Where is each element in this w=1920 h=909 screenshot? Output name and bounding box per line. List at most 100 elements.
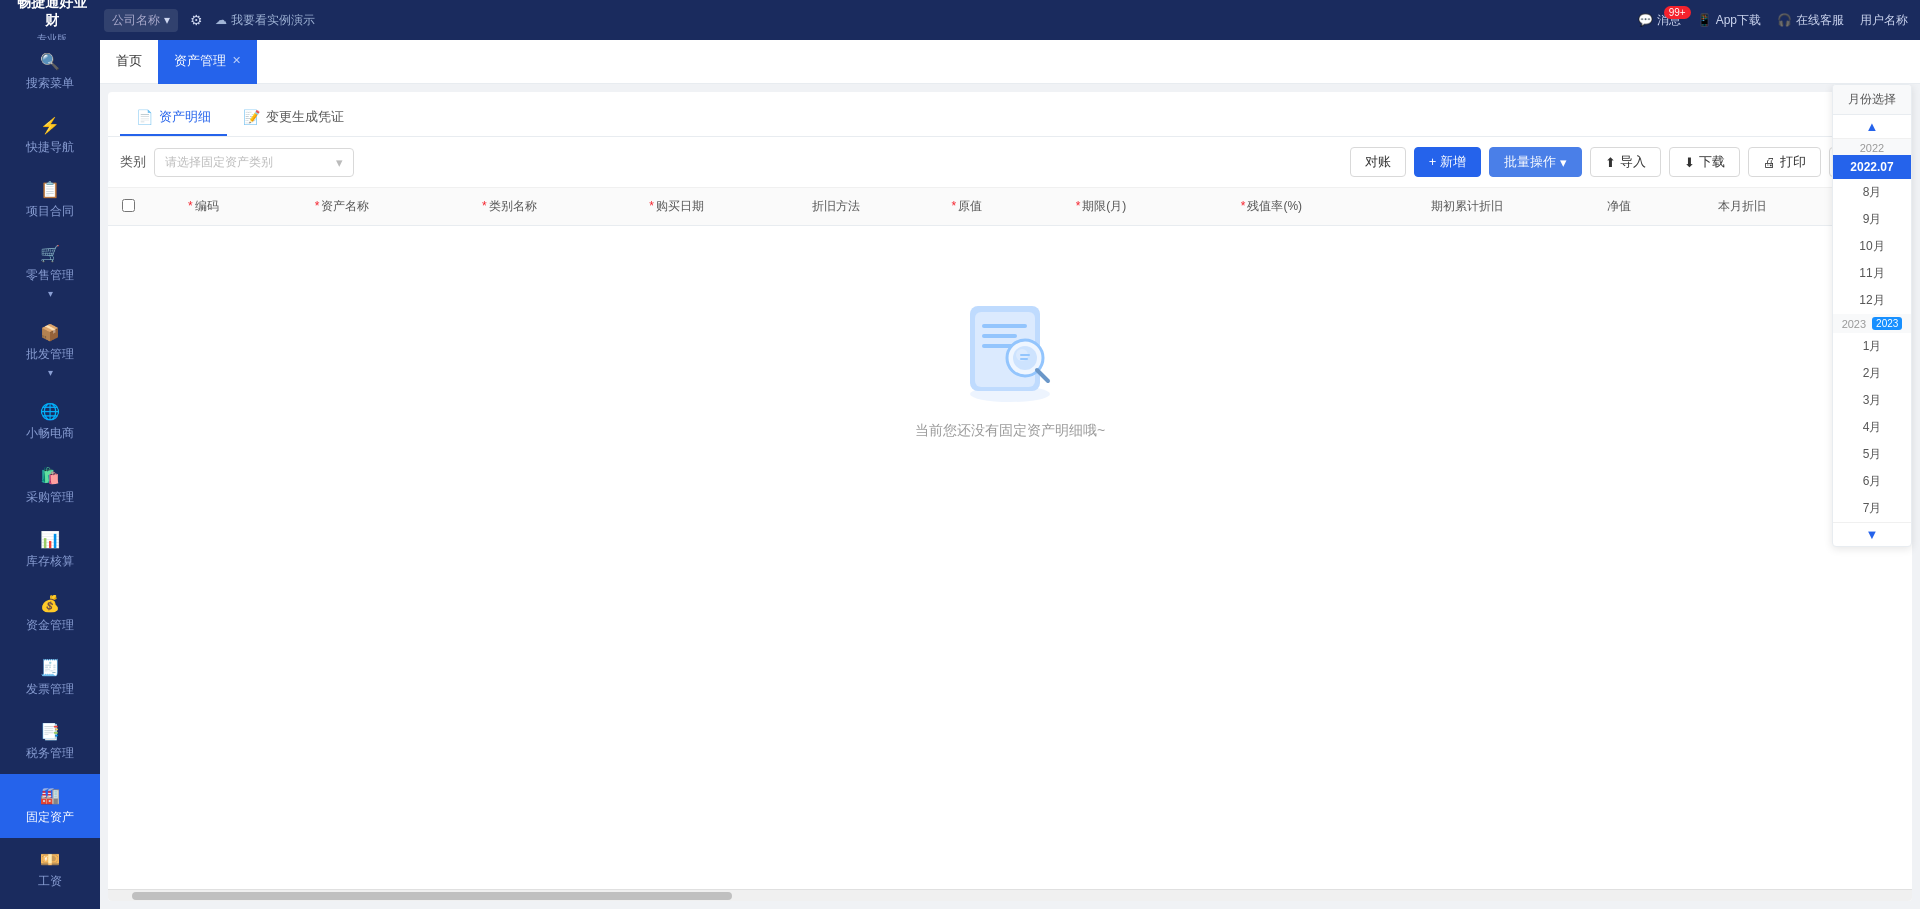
month-picker-up[interactable]: ▲ bbox=[1833, 115, 1911, 139]
dropdown-arrow-icon: ▾ bbox=[1560, 155, 1567, 170]
download-icon: ⬇ bbox=[1684, 155, 1695, 170]
sidebar-item-project[interactable]: 📋 项目合同 bbox=[0, 168, 100, 232]
assets-table: *编码 *资产名称 *类别名称 *购买日期 折旧方法 *原值 *期限(月) *残… bbox=[108, 188, 1912, 226]
sidebar-item-wholesale[interactable]: 📦 批发管理 ▾ bbox=[0, 311, 100, 390]
sidebar-label-finance: 资金管理 bbox=[26, 617, 74, 634]
month-2023-05[interactable]: 5月 bbox=[1833, 441, 1911, 468]
year-2022-label: 2022 bbox=[1833, 139, 1911, 155]
app-download-button[interactable]: 📱 App下载 bbox=[1697, 12, 1761, 29]
chevron-icon: ▾ bbox=[48, 288, 53, 299]
message-badge: 99+ bbox=[1664, 6, 1691, 19]
sidebar-item-purchase[interactable]: 🛍️ 采购管理 bbox=[0, 454, 100, 518]
sidebar-label-assets: 固定资产 bbox=[26, 809, 74, 826]
project-icon: 📋 bbox=[40, 180, 60, 199]
sub-tab-bar: 📄 资产明细 📝 变更生成凭证 bbox=[108, 92, 1912, 137]
month-2023-04[interactable]: 4月 bbox=[1833, 414, 1911, 441]
header-buy-date: *购买日期 bbox=[593, 188, 760, 226]
headset-icon: 🎧 bbox=[1777, 13, 1792, 27]
sidebar-item-salary[interactable]: 💴 工资 bbox=[0, 838, 100, 902]
sidebar-label-wholesale: 批发管理 bbox=[26, 346, 74, 363]
sidebar-item-ecom[interactable]: 🌐 小畅电商 bbox=[0, 390, 100, 454]
finance-icon: 💰 bbox=[40, 594, 60, 613]
page-content: 📄 资产明细 📝 变更生成凭证 类别 请选择固定资产类别 ▾ bbox=[100, 84, 1920, 909]
month-2022-08[interactable]: 8月 bbox=[1833, 179, 1911, 206]
month-picker-down[interactable]: ▼ bbox=[1833, 522, 1911, 546]
sidebar-item-quick-nav[interactable]: ⚡ 快捷导航 bbox=[0, 104, 100, 168]
inner-content: 📄 资产明细 📝 变更生成凭证 类别 请选择固定资产类别 ▾ bbox=[108, 92, 1912, 901]
header-category: *类别名称 bbox=[426, 188, 593, 226]
user-info: 用户名称 bbox=[1860, 12, 1908, 29]
print-button[interactable]: 🖨 打印 bbox=[1748, 147, 1821, 177]
category-placeholder: 请选择固定资产类别 bbox=[165, 154, 273, 171]
sidebar-item-operations[interactable]: 📈 经营管理 bbox=[0, 902, 100, 909]
settings-icon[interactable]: ⚙ bbox=[190, 12, 203, 28]
sidebar-item-retail[interactable]: 🛒 零售管理 ▾ bbox=[0, 232, 100, 311]
current-year-badge: 2023 bbox=[1872, 317, 1902, 330]
sidebar-label-inventory: 库存核算 bbox=[26, 553, 74, 570]
voucher-tab-label: 变更生成凭证 bbox=[266, 108, 344, 126]
header-original-value: *原值 bbox=[912, 188, 1022, 226]
content-area: 首页 资产管理 ✕ 📄 资产明细 📝 变更生成凭证 bbox=[100, 40, 1920, 909]
print-icon: 🖨 bbox=[1763, 155, 1776, 170]
sidebar-item-finance[interactable]: 💰 资金管理 bbox=[0, 582, 100, 646]
month-2022-07-selected[interactable]: 2022.07 bbox=[1833, 155, 1911, 179]
category-select[interactable]: 请选择固定资产类别 ▾ bbox=[154, 148, 354, 177]
cloud-icon: ☁ bbox=[215, 13, 227, 27]
scroll-thumb[interactable] bbox=[132, 892, 732, 900]
horizontal-scrollbar[interactable] bbox=[108, 889, 1912, 901]
chevron-down-icon: ▾ bbox=[164, 13, 170, 27]
import-button[interactable]: ⬆ 导入 bbox=[1590, 147, 1661, 177]
sidebar-item-assets[interactable]: 🏭 固定资产 bbox=[0, 774, 100, 838]
svg-rect-3 bbox=[982, 324, 1027, 328]
message-icon: 💬 bbox=[1638, 13, 1653, 27]
reconcile-button[interactable]: 对账 bbox=[1350, 147, 1406, 177]
download-button[interactable]: ⬇ 下载 bbox=[1669, 147, 1740, 177]
select-all-checkbox[interactable] bbox=[122, 199, 135, 212]
empty-state: 当前您还没有固定资产明细哦~ bbox=[108, 226, 1912, 500]
sub-tab-detail[interactable]: 📄 资产明细 bbox=[120, 100, 227, 136]
sidebar-item-tax[interactable]: 📑 税务管理 bbox=[0, 710, 100, 774]
month-2022-11[interactable]: 11月 bbox=[1833, 260, 1911, 287]
company-selector[interactable]: 公司名称 ▾ bbox=[104, 9, 178, 32]
demo-link[interactable]: ☁ 我要看实例演示 bbox=[215, 12, 315, 29]
tab-assets[interactable]: 资产管理 ✕ bbox=[158, 40, 257, 84]
assets-tab-label: 资产管理 bbox=[174, 52, 226, 70]
tab-close-icon[interactable]: ✕ bbox=[232, 54, 241, 67]
message-button[interactable]: 💬 消息 99+ bbox=[1638, 12, 1681, 29]
month-2022-10[interactable]: 10月 bbox=[1833, 233, 1911, 260]
sidebar-label-tax: 税务管理 bbox=[26, 745, 74, 762]
sidebar-item-inventory[interactable]: 📊 库存核算 bbox=[0, 518, 100, 582]
month-2023-07[interactable]: 7月 bbox=[1833, 495, 1911, 522]
import-icon: ⬆ bbox=[1605, 155, 1616, 170]
voucher-tab-icon: 📝 bbox=[243, 109, 260, 125]
month-2023-02[interactable]: 2月 bbox=[1833, 360, 1911, 387]
tab-bar: 首页 资产管理 ✕ bbox=[100, 40, 1920, 84]
header-period: *期限(月) bbox=[1022, 188, 1180, 226]
inventory-icon: 📊 bbox=[40, 530, 60, 549]
salary-icon: 💴 bbox=[40, 850, 60, 869]
svg-rect-4 bbox=[982, 334, 1017, 338]
month-2023-03[interactable]: 3月 bbox=[1833, 387, 1911, 414]
wholesale-icon: 📦 bbox=[40, 323, 60, 342]
online-service-button[interactable]: 🎧 在线客服 bbox=[1777, 12, 1844, 29]
month-2022-12[interactable]: 12月 bbox=[1833, 287, 1911, 314]
month-2023-01[interactable]: 1月 bbox=[1833, 333, 1911, 360]
sidebar: 🔍 搜索菜单 ⚡ 快捷导航 📋 项目合同 🛒 零售管理 ▾ 📦 批发管理 ▾ 🌐… bbox=[0, 40, 100, 909]
svg-rect-11 bbox=[1020, 358, 1028, 360]
sidebar-item-search[interactable]: 🔍 搜索菜单 bbox=[0, 40, 100, 104]
home-label: 首页 bbox=[116, 52, 142, 70]
month-2023-06[interactable]: 6月 bbox=[1833, 468, 1911, 495]
add-button[interactable]: + 新增 bbox=[1414, 147, 1481, 177]
header-depreciation: 折旧方法 bbox=[760, 188, 911, 226]
reconcile-label: 对账 bbox=[1365, 153, 1391, 171]
tab-home[interactable]: 首页 bbox=[100, 40, 158, 84]
category-filter-label: 类别 bbox=[120, 153, 146, 171]
detail-tab-label: 资产明细 bbox=[159, 108, 211, 126]
sub-tab-voucher[interactable]: 📝 变更生成凭证 bbox=[227, 100, 360, 136]
month-2022-09[interactable]: 9月 bbox=[1833, 206, 1911, 233]
app-title: 畅捷通好业财 bbox=[12, 0, 92, 30]
month-picker-panel: 月份选择 ▲ 2022 2022.07 8月 9月 10月 11月 12月 20… bbox=[1832, 84, 1912, 547]
sidebar-item-invoice[interactable]: 🧾 发票管理 bbox=[0, 646, 100, 710]
header-accumulated: 期初累计折旧 bbox=[1363, 188, 1571, 226]
batch-button[interactable]: 批量操作 ▾ bbox=[1489, 147, 1582, 177]
